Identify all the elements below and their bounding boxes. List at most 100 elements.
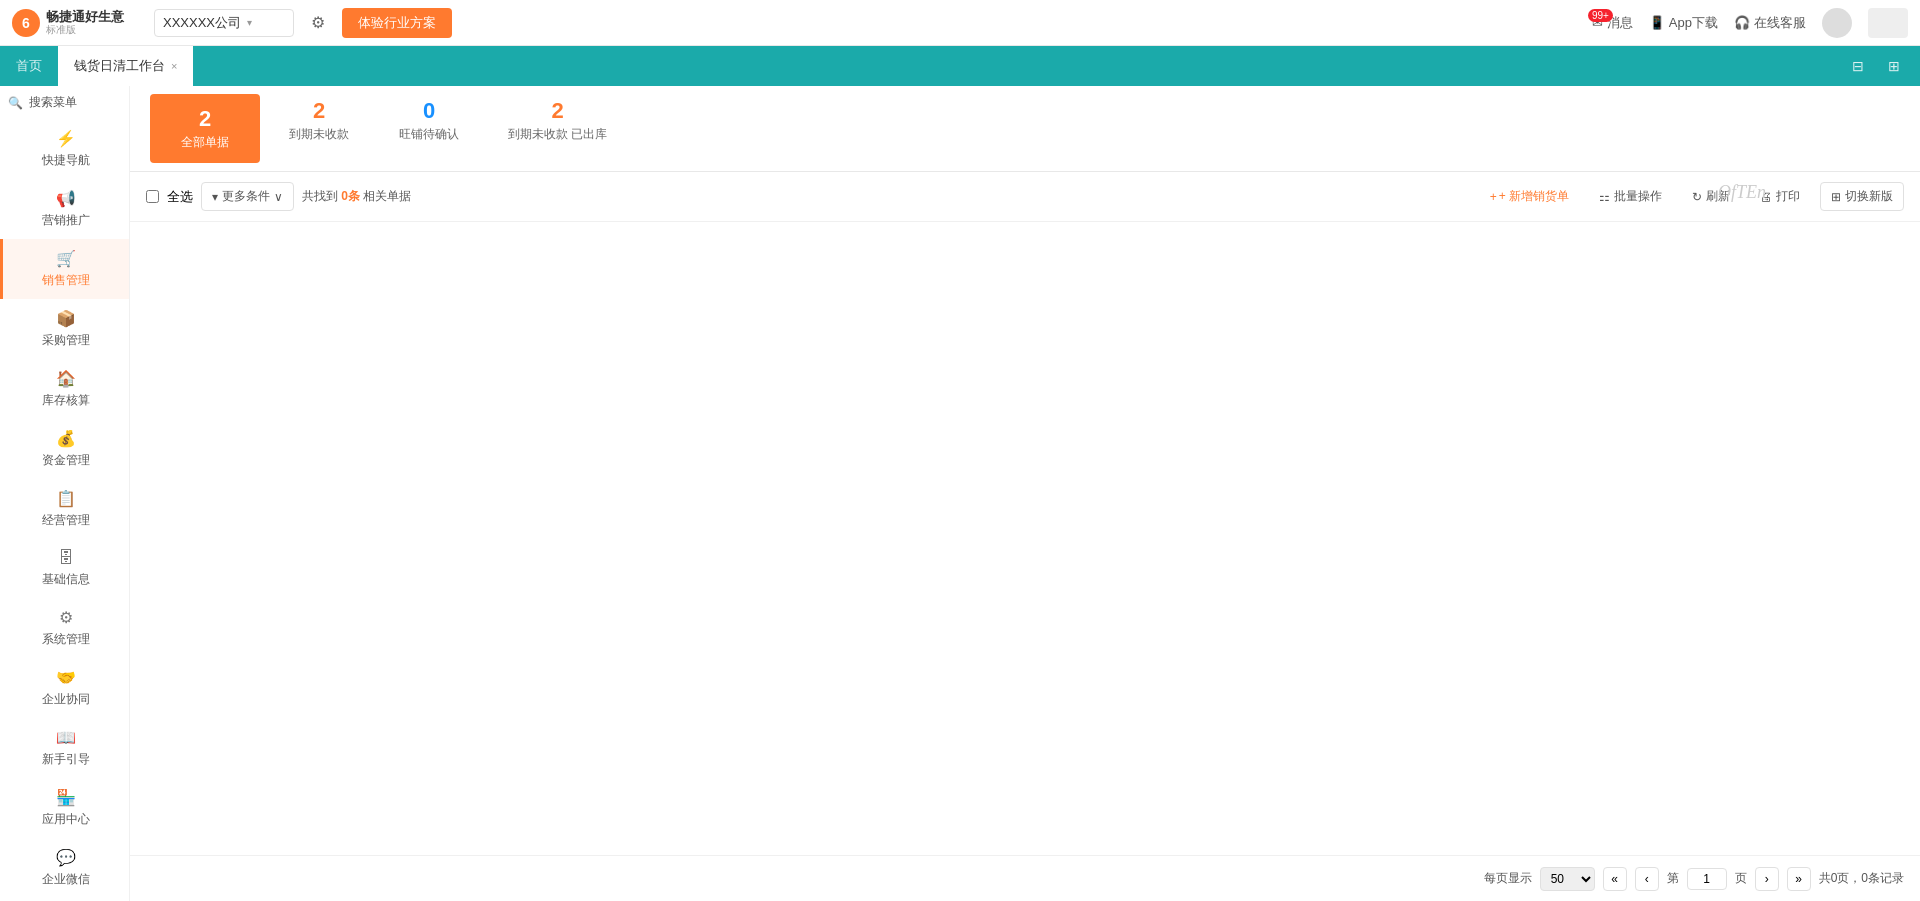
sidebar-item-xitong[interactable]: ⚙ 系统管理 — [0, 598, 129, 658]
batch-button[interactable]: ⚏ 批量操作 — [1589, 183, 1672, 210]
sidebar-item-xiaoshou[interactable]: 🛒 销售管理 — [0, 239, 129, 299]
prev-page-button[interactable]: ‹ — [1635, 867, 1659, 891]
prev-page-icon: ‹ — [1645, 872, 1649, 886]
phone-icon: 📱 — [1649, 15, 1665, 30]
table-area — [130, 222, 1920, 855]
avatar[interactable] — [1822, 8, 1852, 38]
sidebar-search[interactable]: 🔍 搜索菜单 — [0, 86, 129, 119]
headset-icon: 🎧 — [1734, 15, 1750, 30]
sidebar-item-jichu[interactable]: 🗄 基础信息 — [0, 539, 129, 598]
sidebar-item-qiye[interactable]: 🤝 企业协同 — [0, 658, 129, 718]
page-size-select[interactable]: 50 100 200 — [1540, 867, 1595, 891]
house-icon: 🏠 — [56, 369, 76, 388]
stat-tab-wangpu[interactable]: 0 旺铺待确认 — [374, 86, 484, 171]
settings-button[interactable]: ⚙ — [302, 7, 334, 39]
tab-close-icon[interactable]: × — [171, 60, 177, 72]
content-area: 2 全部单据 2 到期未收款 0 旺铺待确认 2 到期未收款 已出库 — [130, 86, 1920, 901]
page-suffix: 页 — [1735, 870, 1747, 887]
sidebar-label-kucun: 库存核算 — [42, 392, 90, 409]
chevron-down-icon: ▾ — [247, 17, 252, 28]
new-order-button[interactable]: + + 新增销货单 — [1480, 183, 1579, 210]
stats-tabs: 2 全部单据 2 到期未收款 0 旺铺待确认 2 到期未收款 已出库 — [130, 86, 1920, 172]
tab-expand-button[interactable]: ⊞ — [1880, 52, 1908, 80]
sidebar-item-kucun[interactable]: 🏠 库存核算 — [0, 359, 129, 419]
stat-tab-all[interactable]: 2 全部单据 — [150, 94, 260, 163]
sidebar-item-caigou[interactable]: 📦 采购管理 — [0, 299, 129, 359]
next-page-button[interactable]: › — [1755, 867, 1779, 891]
database-icon: 🗄 — [58, 549, 74, 567]
plus-icon: + — [1490, 190, 1497, 204]
tab-home[interactable]: 首页 — [0, 46, 58, 86]
message-badge: 99+ — [1588, 9, 1613, 22]
megaphone-icon: 📢 — [56, 189, 76, 208]
header-right: ✉ 99+ 消息 📱 App下载 🎧 在线客服 — [1592, 8, 1908, 38]
sidebar-label-qiye: 企业协同 — [42, 691, 90, 708]
stat-tab-chuku[interactable]: 2 到期未收款 已出库 — [484, 86, 631, 171]
company-selector[interactable]: XXXXXX公司 ▾ — [154, 9, 294, 37]
first-page-button[interactable]: « — [1603, 867, 1627, 891]
page-input[interactable] — [1687, 868, 1727, 890]
page-label: 第 — [1667, 870, 1679, 887]
handshake-icon: 🤝 — [56, 668, 76, 687]
switch-version-button[interactable]: ⊞ 切换新版 — [1820, 182, 1904, 211]
toolbar-right: + + 新增销货单 ⚏ 批量操作 ↻ 刷新 🖨 打印 ⊞ 切换新版 — [1480, 182, 1904, 211]
tab-bar-actions: ⊟ ⊞ — [1844, 52, 1920, 80]
sidebar-item-weixin[interactable]: 💬 企业微信 — [0, 838, 129, 898]
sidebar-item-zijin[interactable]: 💰 资金管理 — [0, 419, 129, 479]
sidebar-item-kuaijie[interactable]: ⚡ 快捷导航 — [0, 119, 129, 179]
stat-label-all: 全部单据 — [181, 134, 229, 151]
sidebar-label-kuaijie: 快捷导航 — [42, 152, 90, 169]
select-all-checkbox[interactable] — [146, 190, 159, 203]
last-page-button[interactable]: » — [1787, 867, 1811, 891]
stat-count-all: 2 — [199, 106, 211, 132]
clipboard-icon: 📋 — [56, 489, 76, 508]
refresh-button[interactable]: ↻ 刷新 — [1682, 183, 1740, 210]
money-icon: 💰 — [56, 429, 76, 448]
filter-button[interactable]: ▾ 更多条件 ∨ — [201, 182, 294, 211]
service-label: 在线客服 — [1754, 14, 1806, 32]
service-button[interactable]: 🎧 在线客服 — [1734, 14, 1806, 32]
logo-text: 畅捷通好生意 标准版 — [46, 9, 124, 37]
pagination-bar: 每页显示 50 100 200 « ‹ 第 页 › » 共0页，0条记录 — [130, 855, 1920, 901]
cart-icon: 🛒 — [56, 249, 76, 268]
switch-icon: ⊞ — [1831, 190, 1841, 204]
company-name: XXXXXX公司 — [163, 14, 241, 32]
found-text: 共找到 0条 相关单据 — [302, 188, 411, 205]
wechat-icon: 💬 — [56, 848, 76, 867]
sidebar-label-caigou: 采购管理 — [42, 332, 90, 349]
main-layout: 🔍 搜索菜单 ⚡ 快捷导航 📢 营销推广 🛒 销售管理 📦 采购管理 🏠 库存核… — [0, 86, 1920, 901]
app-download-button[interactable]: 📱 App下载 — [1649, 14, 1718, 32]
stat-tab-expired[interactable]: 2 到期未收款 — [264, 86, 374, 171]
print-button[interactable]: 🖨 打印 — [1750, 183, 1810, 210]
gear-icon: ⚙ — [59, 608, 73, 627]
sidebar-item-jingying[interactable]: 📋 经营管理 — [0, 479, 129, 539]
stat-label-chuku: 到期未收款 已出库 — [508, 126, 607, 143]
sidebar-label-jichu: 基础信息 — [42, 571, 90, 588]
sidebar-label-yingxiao: 营销推广 — [42, 212, 90, 229]
sidebar-item-yingxiao[interactable]: 📢 营销推广 — [0, 179, 129, 239]
sidebar-label-xiaoshou: 销售管理 — [42, 272, 90, 289]
select-all-label: 全选 — [167, 188, 193, 206]
sidebar-label-xitong: 系统管理 — [42, 631, 90, 648]
flash-icon: ⚡ — [56, 129, 76, 148]
batch-icon: ⚏ — [1599, 190, 1610, 204]
tab-bar: 首页 钱货日清工作台 × ⊟ ⊞ — [0, 46, 1920, 86]
stat-count-expired: 2 — [313, 98, 325, 124]
stat-label-expired: 到期未收款 — [289, 126, 349, 143]
message-button[interactable]: ✉ 99+ 消息 — [1592, 14, 1633, 32]
filter-icon: ▾ — [212, 190, 218, 204]
user-menu[interactable] — [1868, 8, 1908, 38]
filter-chevron-icon: ∨ — [274, 190, 283, 204]
store-icon: 🏪 — [56, 788, 76, 807]
sidebar-label-weixin: 企业微信 — [42, 871, 90, 888]
logo-sub: 标准版 — [46, 24, 124, 36]
sidebar-label-jingying: 经营管理 — [42, 512, 90, 529]
last-page-icon: » — [1795, 872, 1802, 886]
trial-button[interactable]: 体验行业方案 — [342, 8, 452, 38]
sidebar-item-xinshou[interactable]: 📖 新手引导 — [0, 718, 129, 778]
sidebar-label-zijin: 资金管理 — [42, 452, 90, 469]
tab-active[interactable]: 钱货日清工作台 × — [58, 46, 193, 86]
sidebar-item-yingyong[interactable]: 🏪 应用中心 — [0, 778, 129, 838]
app-label: App下载 — [1669, 14, 1718, 32]
tab-collapse-button[interactable]: ⊟ — [1844, 52, 1872, 80]
